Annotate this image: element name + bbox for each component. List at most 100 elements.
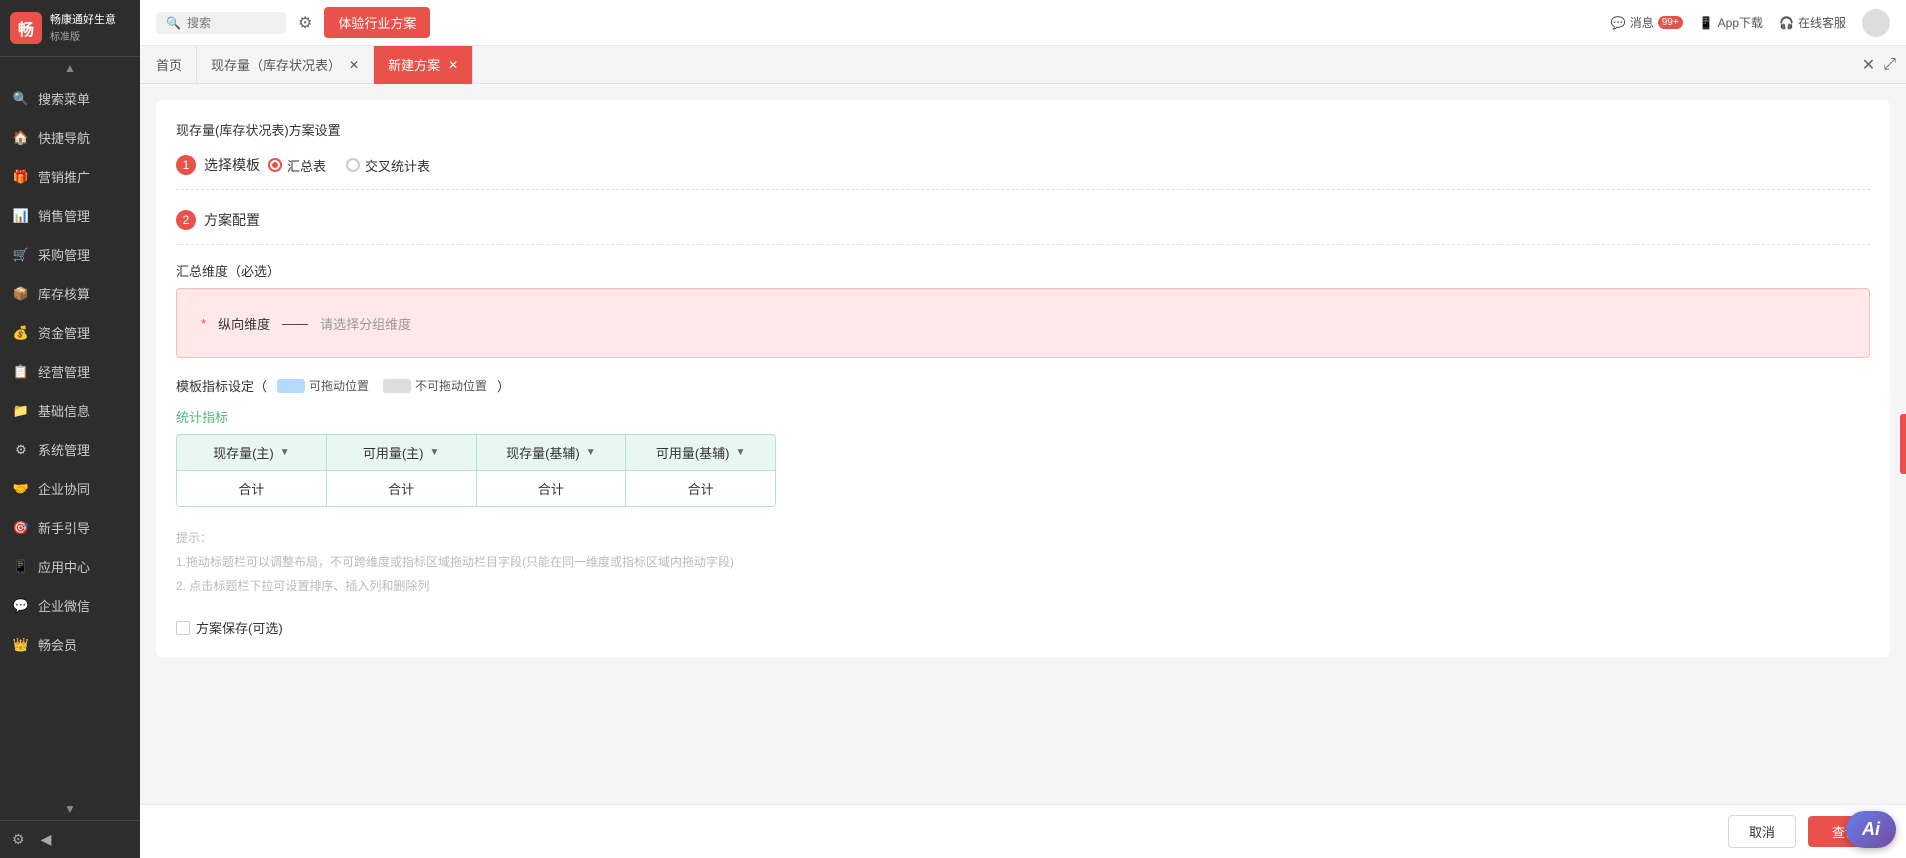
settings-panel: 现存量(库存状况表)方案设置 1 选择模板 汇总表 交叉统计表 (156, 100, 1890, 657)
topbar: 🔍 ⚙ 体验行业方案 💬 消息 99+ 📱 App下载 🎧 在线客服 (140, 0, 1906, 46)
bottom-collapse-icon[interactable]: ◀ (41, 831, 52, 848)
stats-cell-2: 合计 (477, 471, 627, 506)
folder-icon: 📁 (12, 402, 30, 420)
sidebar: 畅 畅康通好生意 标准版 ▲ 🔍 搜索菜单 🏠 快捷导航 🎁 营销推广 📊 销售… (0, 0, 140, 858)
money-icon: 💰 (12, 324, 30, 342)
gift-icon: 🎁 (12, 168, 30, 186)
step1-header: 1 选择模板 汇总表 交叉统计表 (176, 155, 1870, 175)
topbar-right: 💬 消息 99+ 📱 App下载 🎧 在线客服 (1611, 9, 1890, 37)
sidebar-scroll-down[interactable]: ▼ (64, 802, 76, 816)
dimension-box: * 纵向维度 —— 请选择分组维度 (176, 288, 1870, 358)
ai-bubble[interactable]: Ai (1846, 811, 1896, 848)
sidebar-item-purchase[interactable]: 🛒 采购管理 (0, 235, 140, 274)
tab-home[interactable]: 首页 (140, 46, 197, 84)
tab-new-plan[interactable]: 新建方案 ✕ (374, 46, 473, 84)
radio-summary[interactable]: 汇总表 (268, 156, 326, 175)
stats-col-2-header[interactable]: 现存量(基辅) ▼ (477, 435, 627, 470)
topbar-cta-button[interactable]: 体验行业方案 (324, 7, 430, 38)
col-1-chevron-icon: ▼ (430, 447, 440, 458)
step1-title: 选择模板 (204, 155, 260, 175)
indicator-settings: 模板指标设定（ 可拖动位置 不可拖动位置 ） (176, 376, 1870, 395)
tab-new-plan-close[interactable]: ✕ (448, 58, 458, 72)
step2-header: 2 方案配置 (176, 210, 1870, 230)
bottom-settings-icon[interactable]: ⚙ (12, 831, 25, 848)
panel-title: 现存量(库存状况表)方案设置 (176, 120, 1870, 139)
tab-inventory[interactable]: 现存量（库存状况表） ✕ (197, 46, 374, 84)
chat-icon: 💬 (12, 597, 30, 615)
tab-inventory-close[interactable]: ✕ (349, 58, 359, 72)
step2-section: 2 方案配置 汇总维度（必选） * 纵向维度 —— 请选择分组维度 模板指标设定… (176, 210, 1870, 598)
radio-summary-circle (268, 158, 282, 172)
radio-cross-circle (346, 158, 360, 172)
handshake-icon: 🤝 (12, 480, 30, 498)
messages-button[interactable]: 💬 消息 99+ (1611, 14, 1683, 31)
tips-section: 提示： 1.拖动标题栏可以调整布局，不可跨维度或指标区域拖动栏目字段(只能在同一… (176, 526, 1870, 598)
tab-bar: 首页 现存量（库存状况表） ✕ 新建方案 ✕ ✕ ⤢ (140, 46, 1906, 84)
download-icon: 📱 (1699, 16, 1714, 30)
sidebar-item-system[interactable]: ⚙ 系统管理 (0, 430, 140, 469)
sidebar-item-operations[interactable]: 📋 经营管理 (0, 352, 140, 391)
topbar-search-box[interactable]: 🔍 (156, 12, 286, 34)
sidebar-item-app-center[interactable]: 📱 应用中心 (0, 547, 140, 586)
dimension-required-mark: * (201, 316, 206, 331)
stats-col-1-header[interactable]: 可用量(主) ▼ (327, 435, 477, 470)
tab-close-panel-icon[interactable]: ✕ (1862, 55, 1875, 75)
step1-badge: 1 (176, 155, 196, 175)
topbar-left: 🔍 ⚙ 体验行业方案 (156, 7, 430, 38)
stats-header-row: 现存量(主) ▼ 可用量(主) ▼ 现存量(基辅) ▼ (177, 435, 775, 470)
stats-col-3-header[interactable]: 可用量(基辅) ▼ (626, 435, 775, 470)
sidebar-scroll-up[interactable]: ▲ (64, 61, 76, 75)
sidebar-item-search[interactable]: 🔍 搜索菜单 (0, 79, 140, 118)
dimension-label: 汇总维度（必选） (176, 261, 1870, 280)
settings-icon: ⚙ (12, 441, 30, 459)
customer-service-button[interactable]: 🎧 在线客服 (1779, 14, 1846, 31)
message-badge: 99+ (1658, 16, 1683, 29)
stats-section: 统计指标 现存量(主) ▼ 可用量(主) ▼ (176, 407, 1870, 510)
sidebar-item-newbie[interactable]: 🎯 新手引导 (0, 508, 140, 547)
toggle-draggable: 可拖动位置 (277, 377, 369, 394)
sidebar-item-member[interactable]: 👑 畅会员 (0, 625, 140, 664)
user-avatar[interactable] (1862, 9, 1890, 37)
toggle-gray-rect (383, 379, 411, 393)
home-icon: 🏠 (12, 129, 30, 147)
sidebar-item-inventory[interactable]: 📦 库存核算 (0, 274, 140, 313)
app-download-button[interactable]: 📱 App下载 (1699, 14, 1763, 31)
crown-icon: 👑 (12, 636, 30, 654)
col-2-chevron-icon: ▼ (586, 447, 596, 458)
indicator-settings-label: 模板指标设定（ 可拖动位置 不可拖动位置 ） (176, 376, 1870, 395)
sidebar-item-finance[interactable]: 💰 资金管理 (0, 313, 140, 352)
sidebar-item-quicknav[interactable]: 🏠 快捷导航 (0, 118, 140, 157)
cancel-button[interactable]: 取消 (1728, 815, 1796, 848)
cart-icon: 🛒 (12, 246, 30, 264)
topbar-gear-icon[interactable]: ⚙ (298, 13, 312, 33)
tip-item-0: 1.拖动标题栏可以调整布局，不可跨维度或指标区域拖动栏目字段(只能在同一维度或指… (176, 550, 1870, 574)
tab-expand-icon[interactable]: ⤢ (1883, 56, 1896, 74)
content-area: 现存量(库存状况表)方案设置 1 选择模板 汇总表 交叉统计表 (140, 84, 1906, 804)
radio-cross[interactable]: 交叉统计表 (346, 156, 430, 175)
save-option: 方案保存(可选) (176, 618, 1870, 637)
save-checkbox[interactable] (176, 621, 190, 635)
chart-icon: 📊 (12, 207, 30, 225)
sidebar-nav: 🔍 搜索菜单 🏠 快捷导航 🎁 营销推广 📊 销售管理 🛒 采购管理 📦 库存核… (0, 79, 140, 798)
sidebar-item-wechat[interactable]: 💬 企业微信 (0, 586, 140, 625)
toggle-non-draggable: 不可拖动位置 (383, 377, 487, 394)
dimension-placeholder[interactable]: 请选择分组维度 (320, 314, 411, 333)
footer-bar: 取消 查询 (140, 804, 1906, 858)
sidebar-item-enterprise[interactable]: 🤝 企业协同 (0, 469, 140, 508)
ai-label: Ai (1862, 819, 1880, 840)
sidebar-logo: 畅 畅康通好生意 标准版 (0, 0, 140, 57)
search-icon: 🔍 (12, 90, 30, 108)
sidebar-item-marketing[interactable]: 🎁 营销推广 (0, 157, 140, 196)
sidebar-item-sales[interactable]: 📊 销售管理 (0, 196, 140, 235)
step1-section: 1 选择模板 汇总表 交叉统计表 (176, 155, 1870, 190)
mobile-icon: 📱 (12, 558, 30, 576)
topbar-search-input[interactable] (187, 16, 267, 30)
step2-title: 方案配置 (204, 210, 260, 230)
stats-col-0-header[interactable]: 现存量(主) ▼ (177, 435, 327, 470)
sidebar-item-basic-info[interactable]: 📁 基础信息 (0, 391, 140, 430)
col-3-chevron-icon: ▼ (736, 447, 746, 458)
template-radio-group: 汇总表 交叉统计表 (268, 156, 430, 175)
logo-icon: 畅 (10, 12, 42, 44)
tab-expand-area: ✕ ⤢ (1852, 55, 1906, 75)
stats-title: 统计指标 (176, 407, 1870, 426)
